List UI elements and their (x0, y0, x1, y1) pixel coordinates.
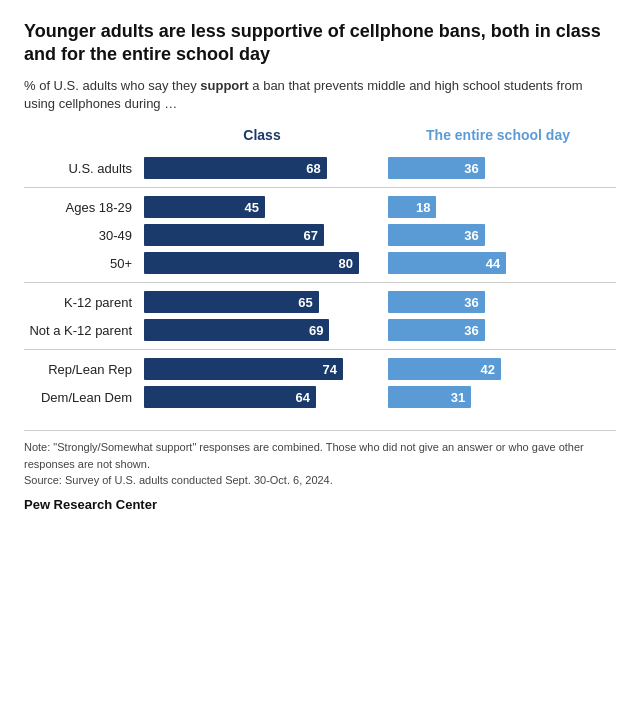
day-bar-col: 36 (388, 291, 616, 313)
day-bar-value: 18 (416, 200, 430, 215)
row-bars: 65 36 (144, 291, 616, 313)
day-bar-value: 42 (480, 362, 494, 377)
row-label: U.S. adults (24, 161, 144, 176)
class-bar-col: 68 (144, 157, 372, 179)
day-bar: 42 (388, 358, 501, 380)
source-text: Source: Survey of U.S. adults conducted … (24, 474, 333, 486)
row-bars: 68 36 (144, 157, 616, 179)
day-bar-value: 44 (486, 256, 500, 271)
day-bar: 31 (388, 386, 471, 408)
day-bar: 36 (388, 291, 485, 313)
row-label: Dem/Lean Dem (24, 390, 144, 405)
org-name: Pew Research Center (24, 495, 616, 515)
chart-title: Younger adults are less supportive of ce… (24, 20, 616, 67)
day-bar-col: 31 (388, 386, 616, 408)
class-bar-col: 67 (144, 224, 372, 246)
class-bar-value: 45 (244, 200, 258, 215)
table-row: Not a K-12 parent 69 36 (24, 319, 616, 341)
class-bar: 80 (144, 252, 359, 274)
table-row: K-12 parent 65 36 (24, 291, 616, 313)
row-label: K-12 parent (24, 295, 144, 310)
class-bar-value: 69 (309, 323, 323, 338)
day-bar-col: 36 (388, 157, 616, 179)
row-label: 50+ (24, 256, 144, 271)
table-row: 30-49 67 36 (24, 224, 616, 246)
day-bar: 36 (388, 157, 485, 179)
row-bars: 74 42 (144, 358, 616, 380)
class-bar-col: 65 (144, 291, 372, 313)
subtitle-pre: % of U.S. adults who say they (24, 78, 200, 93)
column-headers: Class The entire school day (24, 127, 616, 143)
day-bar: 44 (388, 252, 506, 274)
day-bar-col: 18 (388, 196, 616, 218)
day-bar-col: 36 (388, 319, 616, 341)
class-bar: 68 (144, 157, 327, 179)
class-bar: 67 (144, 224, 324, 246)
table-row: U.S. adults 68 36 (24, 157, 616, 179)
day-bar-value: 31 (451, 390, 465, 405)
day-bar-value: 36 (464, 228, 478, 243)
table-row: Dem/Lean Dem 64 31 (24, 386, 616, 408)
section-1: Ages 18-29 45 18 30-49 67 36 50+ 80 44 (24, 187, 616, 282)
subtitle-bold: support (200, 78, 248, 93)
class-bar-col: 69 (144, 319, 372, 341)
table-row: Rep/Lean Rep 74 42 (24, 358, 616, 380)
day-bar: 36 (388, 319, 485, 341)
table-row: 50+ 80 44 (24, 252, 616, 274)
day-bar-value: 36 (464, 295, 478, 310)
row-bars: 45 18 (144, 196, 616, 218)
row-bars: 80 44 (144, 252, 616, 274)
table-row: Ages 18-29 45 18 (24, 196, 616, 218)
class-bar: 69 (144, 319, 329, 341)
class-bar-col: 74 (144, 358, 372, 380)
row-label: Ages 18-29 (24, 200, 144, 215)
note-text: Note: "Strongly/Somewhat support" respon… (24, 441, 584, 470)
class-bar-col: 80 (144, 252, 372, 274)
chart-area: Class The entire school day U.S. adults6… (24, 127, 616, 416)
row-label: Rep/Lean Rep (24, 362, 144, 377)
section-3: Rep/Lean Rep 74 42 Dem/Lean Dem 64 31 (24, 349, 616, 416)
row-bars: 69 36 (144, 319, 616, 341)
class-bar-value: 68 (306, 161, 320, 176)
class-bar-col: 64 (144, 386, 372, 408)
class-bar-col: 45 (144, 196, 372, 218)
row-bars: 67 36 (144, 224, 616, 246)
day-bar-col: 44 (388, 252, 616, 274)
section-2: K-12 parent 65 36 Not a K-12 parent 69 36 (24, 282, 616, 349)
day-bar: 18 (388, 196, 436, 218)
footer: Note: "Strongly/Somewhat support" respon… (24, 430, 616, 514)
day-bar: 36 (388, 224, 485, 246)
row-label: Not a K-12 parent (24, 323, 144, 338)
class-bar-value: 64 (296, 390, 310, 405)
school-day-column-header: The entire school day (380, 127, 616, 143)
section-0: U.S. adults 68 36 (24, 149, 616, 187)
class-bar-value: 67 (304, 228, 318, 243)
class-column-header: Class (144, 127, 380, 143)
class-bar: 74 (144, 358, 343, 380)
row-bars: 64 31 (144, 386, 616, 408)
class-bar: 45 (144, 196, 265, 218)
chart-sections: U.S. adults 68 36 Ages 18-29 45 18 30-49 67 36 50… (24, 149, 616, 416)
class-bar-value: 80 (339, 256, 353, 271)
row-label: 30-49 (24, 228, 144, 243)
class-bar-value: 65 (298, 295, 312, 310)
class-bar: 64 (144, 386, 316, 408)
chart-subtitle: % of U.S. adults who say they support a … (24, 77, 616, 113)
day-bar-value: 36 (464, 161, 478, 176)
class-bar-value: 74 (322, 362, 336, 377)
day-bar-col: 42 (388, 358, 616, 380)
class-bar: 65 (144, 291, 319, 313)
day-bar-value: 36 (464, 323, 478, 338)
day-bar-col: 36 (388, 224, 616, 246)
